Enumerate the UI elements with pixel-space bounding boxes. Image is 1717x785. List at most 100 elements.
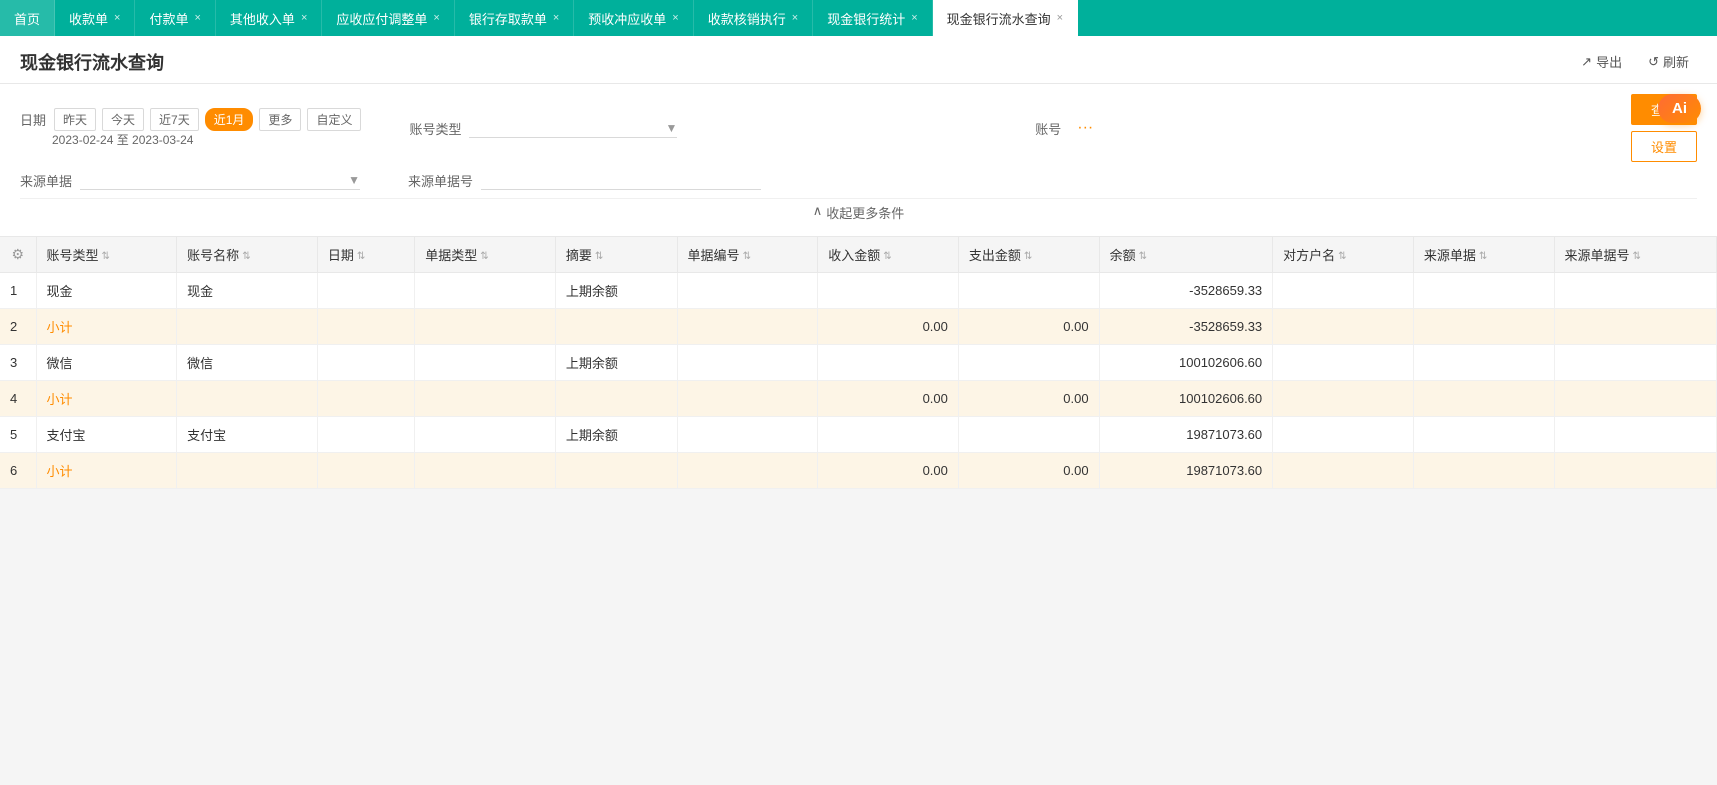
- date-quick-btn-昨天[interactable]: 昨天: [54, 108, 96, 131]
- nav-item-银行存取款单[interactable]: 银行存取款单×: [455, 0, 574, 36]
- date-quick-buttons: 昨天今天近7天近1月更多自定义: [54, 108, 361, 131]
- cell-date: [317, 273, 414, 309]
- cell-doc_no: [677, 453, 818, 489]
- col-doc-type[interactable]: 单据类型⇅: [415, 237, 556, 273]
- source-doc-no-input[interactable]: [481, 170, 761, 190]
- source-doc-chevron-icon: ▼: [348, 173, 360, 187]
- table-row: 2小计0.000.00-3528659.33: [0, 309, 1717, 345]
- nav-item-其他收入单[interactable]: 其他收入单×: [216, 0, 322, 36]
- col-expense[interactable]: 支出金额⇅: [958, 237, 1099, 273]
- close-icon[interactable]: ×: [911, 12, 917, 24]
- cell-account_type: 现金: [36, 273, 177, 309]
- cell-counterpart: [1273, 309, 1414, 345]
- cell-balance: -3528659.33: [1099, 273, 1273, 309]
- account-type-label: 账号类型: [409, 119, 461, 138]
- sort-source-doc-icon: ⇅: [1479, 251, 1487, 262]
- close-icon[interactable]: ×: [553, 12, 559, 24]
- cell-account_name: [177, 381, 318, 417]
- nav-item-收款单[interactable]: 收款单×: [55, 0, 135, 36]
- nav-item-应收应付调整单[interactable]: 应收应付调整单×: [322, 0, 454, 36]
- col-settings: ⚙: [0, 237, 36, 273]
- date-quick-btn-自定义[interactable]: 自定义: [307, 108, 361, 131]
- close-icon[interactable]: ×: [194, 12, 200, 24]
- cell-source_doc_no: [1554, 309, 1717, 345]
- cell-doc_type: [415, 417, 556, 453]
- nav-item-付款单[interactable]: 付款单×: [135, 0, 215, 36]
- cell-income: 0.00: [818, 453, 959, 489]
- cell-source_doc: [1413, 417, 1554, 453]
- account-ellipsis-button[interactable]: ···: [1069, 119, 1101, 137]
- refresh-icon: ↺: [1648, 54, 1659, 70]
- cell-source_doc_no: [1554, 273, 1717, 309]
- sort-account-type-icon: ⇅: [102, 251, 110, 262]
- cell-counterpart: [1273, 453, 1414, 489]
- date-quick-btn-更多[interactable]: 更多: [259, 108, 301, 131]
- col-account-type[interactable]: 账号类型⇅: [36, 237, 177, 273]
- cell-doc_no: [677, 309, 818, 345]
- cell-doc_type: [415, 453, 556, 489]
- nav-item-首页[interactable]: 首页: [0, 0, 55, 36]
- account-type-input[interactable]: [469, 118, 661, 137]
- date-quick-btn-近1月[interactable]: 近1月: [205, 108, 254, 131]
- cell-summary: [555, 453, 677, 489]
- sort-source-doc-no-icon: ⇅: [1633, 251, 1641, 262]
- export-button[interactable]: ↗ 导出: [1573, 48, 1630, 75]
- col-counterpart[interactable]: 对方户名⇅: [1273, 237, 1414, 273]
- source-doc-select-wrapper[interactable]: ▼: [80, 170, 360, 190]
- nav-item-现金银行流水查询[interactable]: 现金银行流水查询×: [933, 0, 1078, 36]
- cell-summary: 上期余额: [555, 417, 677, 453]
- close-icon[interactable]: ×: [433, 12, 439, 24]
- date-quick-btn-今天[interactable]: 今天: [102, 108, 144, 131]
- source-doc-no-label: 来源单据号: [408, 171, 473, 190]
- cell-settings: 3: [0, 345, 36, 381]
- date-quick-btn-近7天[interactable]: 近7天: [150, 108, 199, 131]
- close-icon[interactable]: ×: [1057, 12, 1063, 24]
- cell-doc_no: [677, 273, 818, 309]
- cell-doc_no: [677, 381, 818, 417]
- account-type-select-wrapper[interactable]: ▼: [469, 118, 677, 138]
- gear-icon[interactable]: ⚙: [11, 246, 24, 262]
- cell-date: [317, 309, 414, 345]
- cell-balance: 19871073.60: [1099, 453, 1273, 489]
- col-source-doc-no[interactable]: 来源单据号⇅: [1554, 237, 1717, 273]
- top-nav: 首页收款单×付款单×其他收入单×应收应付调整单×银行存取款单×预收冲应收单×收款…: [0, 0, 1717, 36]
- nav-item-现金银行统计[interactable]: 现金银行统计×: [813, 0, 932, 36]
- close-icon[interactable]: ×: [301, 12, 307, 24]
- data-table: ⚙ 账号类型⇅ 账号名称⇅ 日期⇅ 单据类型⇅ 摘要⇅ 单据编号⇅ 收入金额⇅ …: [0, 237, 1717, 489]
- cell-source_doc: [1413, 309, 1554, 345]
- close-icon[interactable]: ×: [114, 12, 120, 24]
- page-title: 现金银行流水查询: [20, 49, 164, 75]
- settings-button[interactable]: 设置: [1631, 131, 1697, 162]
- col-source-doc[interactable]: 来源单据⇅: [1413, 237, 1554, 273]
- col-balance[interactable]: 余额⇅: [1099, 237, 1273, 273]
- refresh-button[interactable]: ↺ 刷新: [1640, 48, 1697, 75]
- close-icon[interactable]: ×: [672, 12, 678, 24]
- cell-account_name: 微信: [177, 345, 318, 381]
- sort-doc-no-icon: ⇅: [743, 251, 751, 262]
- cell-account_type: 小计: [36, 381, 177, 417]
- cell-expense: 0.00: [958, 309, 1099, 345]
- table-body: 1现金现金上期余额-3528659.332小计0.000.00-3528659.…: [0, 273, 1717, 489]
- close-icon[interactable]: ×: [792, 12, 798, 24]
- col-account-name[interactable]: 账号名称⇅: [177, 237, 318, 273]
- nav-item-预收冲应收单[interactable]: 预收冲应收单×: [574, 0, 693, 36]
- ai-badge[interactable]: Ai: [1658, 94, 1701, 123]
- filter-row-1: 日期 昨天今天近7天近1月更多自定义 2023-02-24 至 2023-03-…: [20, 94, 1697, 162]
- cell-summary: 上期余额: [555, 345, 677, 381]
- date-filter: 日期 昨天今天近7天近1月更多自定义 2023-02-24 至 2023-03-…: [20, 108, 361, 148]
- col-date[interactable]: 日期⇅: [317, 237, 414, 273]
- col-summary[interactable]: 摘要⇅: [555, 237, 677, 273]
- collapse-bar[interactable]: ∧ 收起更多条件: [20, 198, 1697, 226]
- col-doc-no[interactable]: 单据编号⇅: [677, 237, 818, 273]
- cell-settings: 4: [0, 381, 36, 417]
- table-row: 5支付宝支付宝上期余额19871073.60: [0, 417, 1717, 453]
- source-doc-input[interactable]: [80, 170, 344, 189]
- cell-settings: 6: [0, 453, 36, 489]
- col-income[interactable]: 收入金额⇅: [818, 237, 959, 273]
- cell-settings: 5: [0, 417, 36, 453]
- cell-summary: 上期余额: [555, 273, 677, 309]
- sort-summary-icon: ⇅: [595, 251, 603, 262]
- nav-item-收款核销执行[interactable]: 收款核销执行×: [694, 0, 813, 36]
- cell-settings: 2: [0, 309, 36, 345]
- cell-source_doc_no: [1554, 417, 1717, 453]
